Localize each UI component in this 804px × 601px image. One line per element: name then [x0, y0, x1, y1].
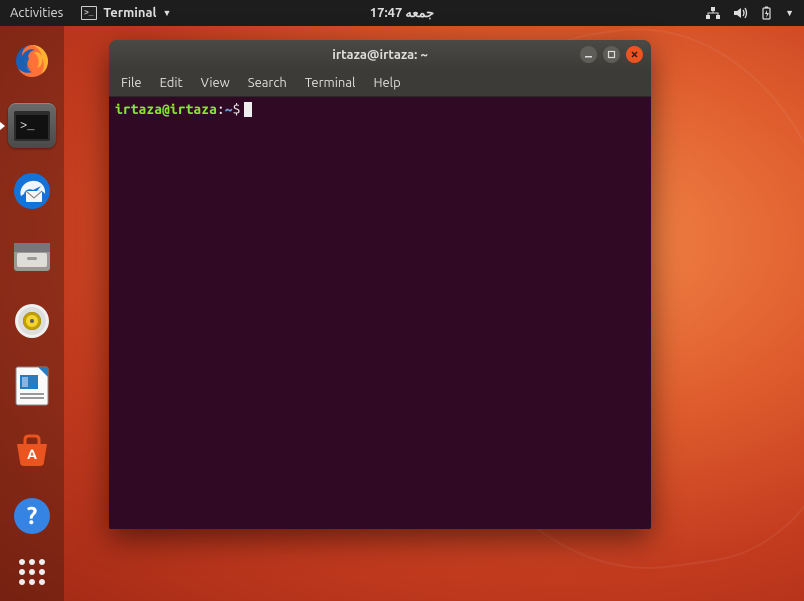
terminal-window: irtaza@irtaza: ~ File Edit View Search T… — [109, 40, 651, 529]
menu-view[interactable]: View — [201, 76, 230, 90]
clock[interactable]: جمعه 17:47 — [370, 6, 434, 21]
menu-terminal[interactable]: Terminal — [305, 76, 356, 90]
menu-help[interactable]: Help — [373, 76, 400, 90]
terminal-body[interactable]: irtaza@irtaza:~$ — [109, 97, 651, 529]
prompt-sep: : — [217, 101, 225, 117]
menu-bar: File Edit View Search Terminal Help — [109, 70, 651, 97]
prompt-sigil: $ — [233, 101, 241, 117]
minimize-button[interactable] — [580, 46, 597, 63]
dock-libreoffice-writer[interactable] — [8, 364, 56, 409]
svg-text:?: ? — [27, 502, 38, 529]
terminal-cursor — [244, 102, 252, 117]
svg-text:>_: >_ — [20, 119, 35, 133]
dock-help[interactable]: ? — [8, 494, 56, 539]
menu-file[interactable]: File — [121, 76, 142, 90]
window-title: irtaza@irtaza: ~ — [332, 48, 428, 62]
svg-text:A: A — [27, 446, 37, 462]
prompt-path: ~ — [225, 101, 233, 117]
launcher-dock: >_ A ? — [0, 26, 64, 601]
dock-files[interactable] — [8, 233, 56, 278]
app-menu-label: Terminal — [103, 6, 156, 20]
close-button[interactable] — [626, 46, 643, 63]
network-icon[interactable] — [705, 6, 721, 20]
menu-search[interactable]: Search — [248, 76, 287, 90]
volume-icon[interactable] — [733, 6, 748, 20]
app-menu[interactable]: >_ Terminal ▼ — [81, 6, 171, 20]
battery-icon[interactable] — [760, 6, 773, 20]
dock-ubuntu-software[interactable]: A — [8, 429, 56, 474]
dock-rhythmbox[interactable] — [8, 299, 56, 344]
maximize-button[interactable] — [603, 46, 620, 63]
dock-terminal[interactable]: >_ — [8, 103, 56, 148]
terminal-icon: >_ — [81, 6, 97, 20]
svg-text:>_: >_ — [84, 9, 94, 18]
show-applications-button[interactable] — [19, 559, 45, 585]
system-menu-chevron-icon[interactable]: ▼ — [785, 8, 794, 18]
activities-button[interactable]: Activities — [10, 6, 63, 20]
dock-firefox[interactable] — [8, 38, 56, 83]
top-bar: Activities >_ Terminal ▼ جمعه 17:47 ▼ — [0, 0, 804, 26]
prompt-userhost: irtaza@irtaza — [115, 101, 217, 117]
dock-thunderbird[interactable] — [8, 168, 56, 213]
chevron-down-icon: ▼ — [163, 8, 172, 18]
window-titlebar[interactable]: irtaza@irtaza: ~ — [109, 40, 651, 70]
menu-edit[interactable]: Edit — [160, 76, 183, 90]
